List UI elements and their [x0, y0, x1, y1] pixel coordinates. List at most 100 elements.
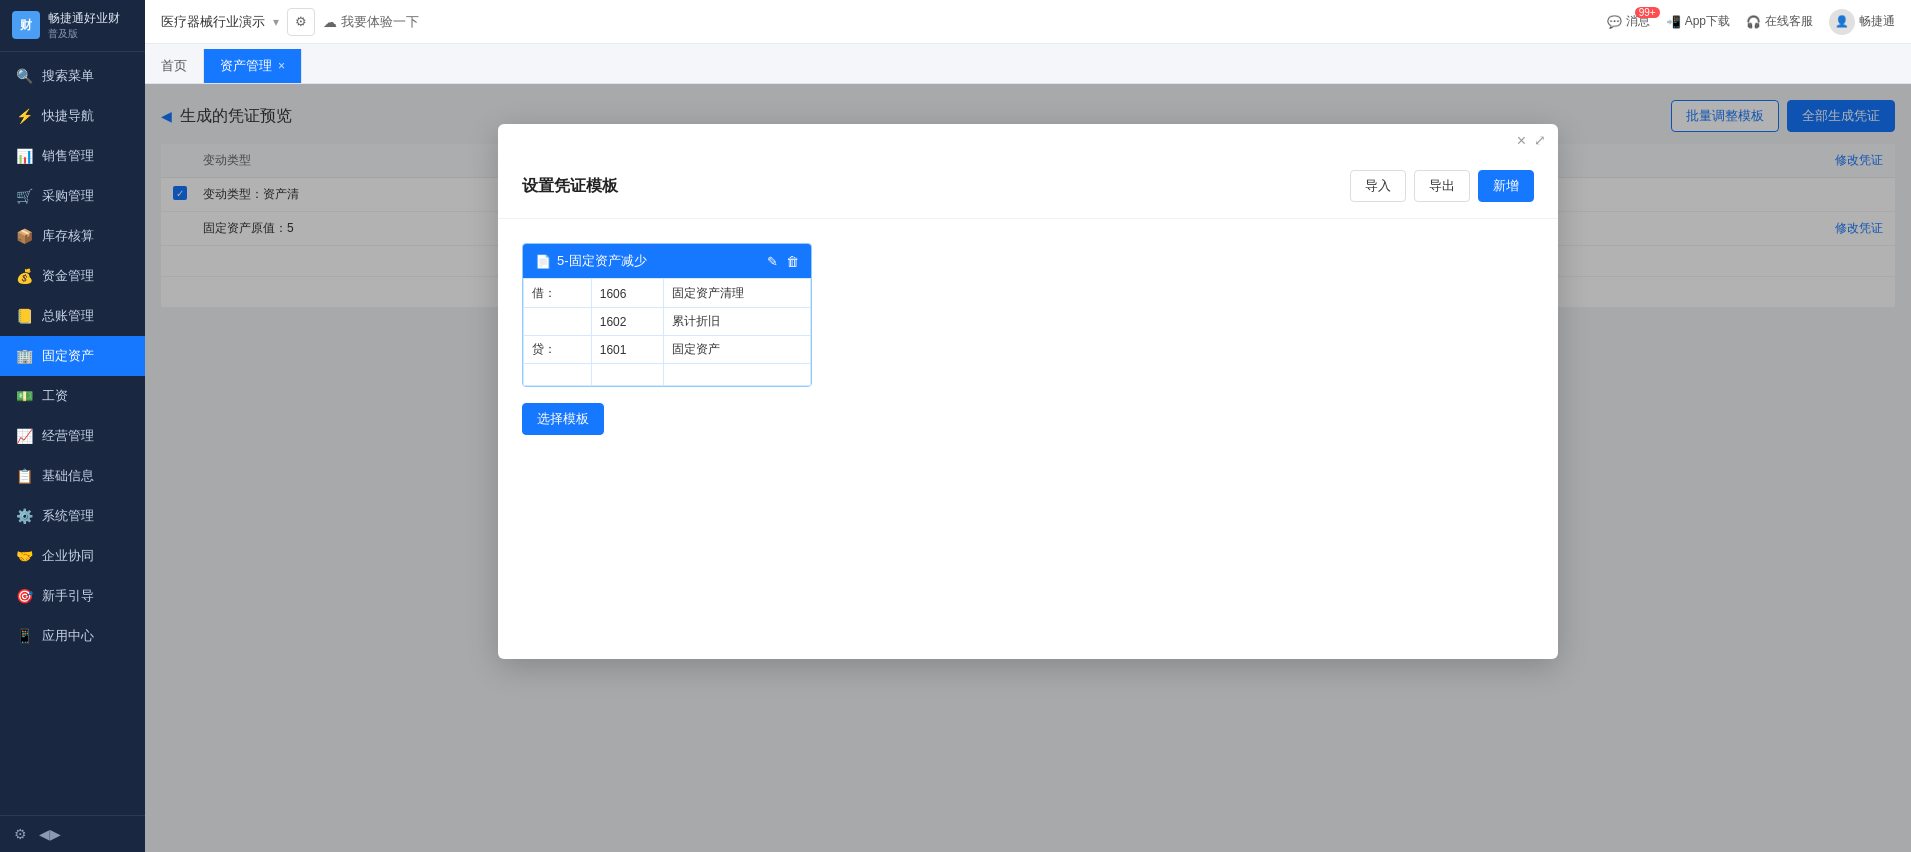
logo-sub: 普及版	[48, 27, 120, 41]
sidebar-footer: ⚙ ◀▶	[0, 815, 145, 852]
experience-icon: ☁	[323, 14, 337, 30]
entry3-direction: 贷：	[524, 336, 592, 364]
modal-window-controls: × ⤢	[498, 124, 1558, 150]
template-edit-icon[interactable]: ✎	[767, 254, 778, 269]
import-btn[interactable]: 导入	[1350, 170, 1406, 202]
sidebar-item-inventory[interactable]: 📦 库存核算	[0, 216, 145, 256]
template-entries-table: 借： 1606 固定资产清理 1602 累计折旧	[523, 278, 811, 386]
logo-icon: 财	[12, 11, 40, 39]
service-label: 在线客服	[1765, 13, 1813, 30]
new-btn[interactable]: 新增	[1478, 170, 1534, 202]
sidebar-icon-system: ⚙️	[14, 506, 34, 526]
user-label: 畅捷通	[1859, 13, 1895, 30]
sidebar-icon-search: 🔍	[14, 66, 34, 86]
sidebar-logo: 财 畅捷通好业财 普及版	[0, 0, 145, 52]
sidebar-item-fixed-assets[interactable]: 🏢固定资产	[0, 336, 145, 376]
entry3-subject: 固定资产	[663, 336, 810, 364]
modal-toolbar: 导入 导出 新增	[1350, 170, 1534, 202]
sidebar-icon-inventory: 📦	[14, 226, 34, 246]
header-settings-icon[interactable]: ⚙	[287, 8, 315, 36]
sidebar-label-ledger: 总账管理	[42, 307, 94, 325]
sidebar-item-system[interactable]: ⚙️ 系统管理	[0, 496, 145, 536]
tab-home[interactable]: 首页	[145, 49, 204, 83]
sidebar-label-sales: 销售管理	[42, 147, 94, 165]
sidebar-label-enterprise: 企业协同	[42, 547, 94, 565]
sidebar-item-salary[interactable]: 💵工资	[0, 376, 145, 416]
template-card-name: 5-固定资产减少	[557, 252, 647, 270]
tab-label-asset-mgmt: 资产管理	[220, 57, 272, 75]
empty-cell-1	[524, 364, 592, 386]
export-btn[interactable]: 导出	[1414, 170, 1470, 202]
badge-messages: 99+	[1635, 7, 1660, 18]
sidebar-nav: 🔍 搜索菜单 ⚡ 快捷导航 📊 销售管理 🛒 采购管理 📦 库存核算 💰 资金管理 📒总账管理🏢固定资产…	[0, 52, 145, 815]
template-entry-row-3: 贷： 1601 固定资产	[524, 336, 811, 364]
modal-header: 设置凭证模板 导入 导出 新增	[498, 150, 1558, 219]
header-action-user[interactable]: 👤畅捷通	[1829, 9, 1895, 35]
sidebar-label-fund: 资金管理	[42, 267, 94, 285]
entry2-direction	[524, 308, 592, 336]
sidebar-label-basic-info: 基础信息	[42, 467, 94, 485]
app-download-label: App下载	[1685, 13, 1730, 30]
modal-body: 📄 5-固定资产减少 ✎ 🗑	[498, 219, 1558, 659]
voucher-template-modal: × ⤢ 设置凭证模板 导入 导出 新增	[498, 124, 1558, 659]
modal-close-icon[interactable]: ×	[1517, 132, 1526, 150]
header-action-messages[interactable]: 💬消息99+	[1607, 13, 1650, 30]
template-delete-icon[interactable]: 🗑	[786, 254, 799, 269]
experience-label: 我要体验一下	[341, 13, 419, 31]
sidebar-item-fund[interactable]: 💰 资金管理	[0, 256, 145, 296]
sidebar-label-quick-nav: 快捷导航	[42, 107, 94, 125]
sidebar: 财 畅捷通好业财 普及版 🔍 搜索菜单 ⚡ 快捷导航 📊 销售管理 🛒 采购管理 📦 库存核算 💰 资…	[0, 0, 145, 852]
template-card-title: 📄 5-固定资产减少	[535, 252, 647, 270]
entry3-code: 1601	[591, 336, 663, 364]
header-action-service[interactable]: 🎧在线客服	[1746, 13, 1813, 30]
sidebar-item-operation[interactable]: 📈 经营管理	[0, 416, 145, 456]
sidebar-label-inventory: 库存核算	[42, 227, 94, 245]
tab-asset-mgmt[interactable]: 资产管理 ×	[204, 49, 302, 83]
main-area: 医疗器械行业演示 ▾ ⚙ ☁ 我要体验一下 💬消息99+ 📲App下载 🎧在线客服 👤…	[145, 0, 1911, 852]
entry1-code: 1606	[591, 279, 663, 308]
entry2-subject: 累计折旧	[663, 308, 810, 336]
sidebar-label-operation: 经营管理	[42, 427, 94, 445]
empty-cell-2	[591, 364, 663, 386]
sidebar-label-fixed-assets: 固定资产	[42, 347, 94, 365]
header-left: 医疗器械行业演示 ▾ ⚙ ☁ 我要体验一下	[161, 8, 1607, 36]
sidebar-item-basic-info[interactable]: 📋 基础信息	[0, 456, 145, 496]
sidebar-item-ledger[interactable]: 📒总账管理	[0, 296, 145, 336]
tab-close-asset-mgmt[interactable]: ×	[278, 59, 285, 73]
sidebar-item-guide[interactable]: 🎯新手引导	[0, 576, 145, 616]
sidebar-item-purchase[interactable]: 🛒 采购管理	[0, 176, 145, 216]
sidebar-label-search: 搜索菜单	[42, 67, 94, 85]
header-action-app-download[interactable]: 📲App下载	[1666, 13, 1730, 30]
tab-label-home: 首页	[161, 58, 187, 73]
sidebar-icon-enterprise: 🤝	[14, 546, 34, 566]
sidebar-icon-quick-nav: ⚡	[14, 106, 34, 126]
select-template-btn[interactable]: 选择模板	[522, 403, 604, 435]
template-entry-row-2: 1602 累计折旧	[524, 308, 811, 336]
page-content: ◀ 生成的凭证预览 批量调整模板 全部生成凭证 变动类型 资产名称 固定资产原值	[145, 84, 1911, 852]
sidebar-icon-sales: 📊	[14, 146, 34, 166]
company-name: 医疗器械行业演示	[161, 13, 265, 31]
modal-maximize-icon[interactable]: ⤢	[1534, 132, 1546, 150]
sidebar-item-sales[interactable]: 📊 销售管理	[0, 136, 145, 176]
sidebar-icon-fund: 💰	[14, 266, 34, 286]
sidebar-item-quick-nav[interactable]: ⚡ 快捷导航	[0, 96, 145, 136]
experience-button[interactable]: ☁ 我要体验一下	[323, 13, 419, 31]
company-arrow-icon[interactable]: ▾	[273, 15, 279, 29]
template-card-doc-icon: 📄	[535, 254, 551, 269]
sidebar-label-system: 系统管理	[42, 507, 94, 525]
sidebar-icon-purchase: 🛒	[14, 186, 34, 206]
sidebar-item-enterprise[interactable]: 🤝 企业协同	[0, 536, 145, 576]
logo-text-group: 畅捷通好业财 普及版	[48, 10, 120, 41]
sidebar-label-purchase: 采购管理	[42, 187, 94, 205]
sidebar-item-search[interactable]: 🔍 搜索菜单	[0, 56, 145, 96]
sidebar-icon-basic-info: 📋	[14, 466, 34, 486]
collapse-footer-icon[interactable]: ◀▶	[39, 826, 61, 842]
template-card-header: 📄 5-固定资产减少 ✎ 🗑	[523, 244, 811, 278]
sidebar-label-salary: 工资	[42, 387, 68, 405]
sidebar-icon-operation: 📈	[14, 426, 34, 446]
settings-footer-icon[interactable]: ⚙	[14, 826, 27, 842]
user-avatar: 👤	[1829, 9, 1855, 35]
header-right: 💬消息99+ 📲App下载 🎧在线客服 👤畅捷通	[1607, 9, 1895, 35]
template-entry-row-empty	[524, 364, 811, 386]
sidebar-item-app-center[interactable]: 📱应用中心	[0, 616, 145, 656]
